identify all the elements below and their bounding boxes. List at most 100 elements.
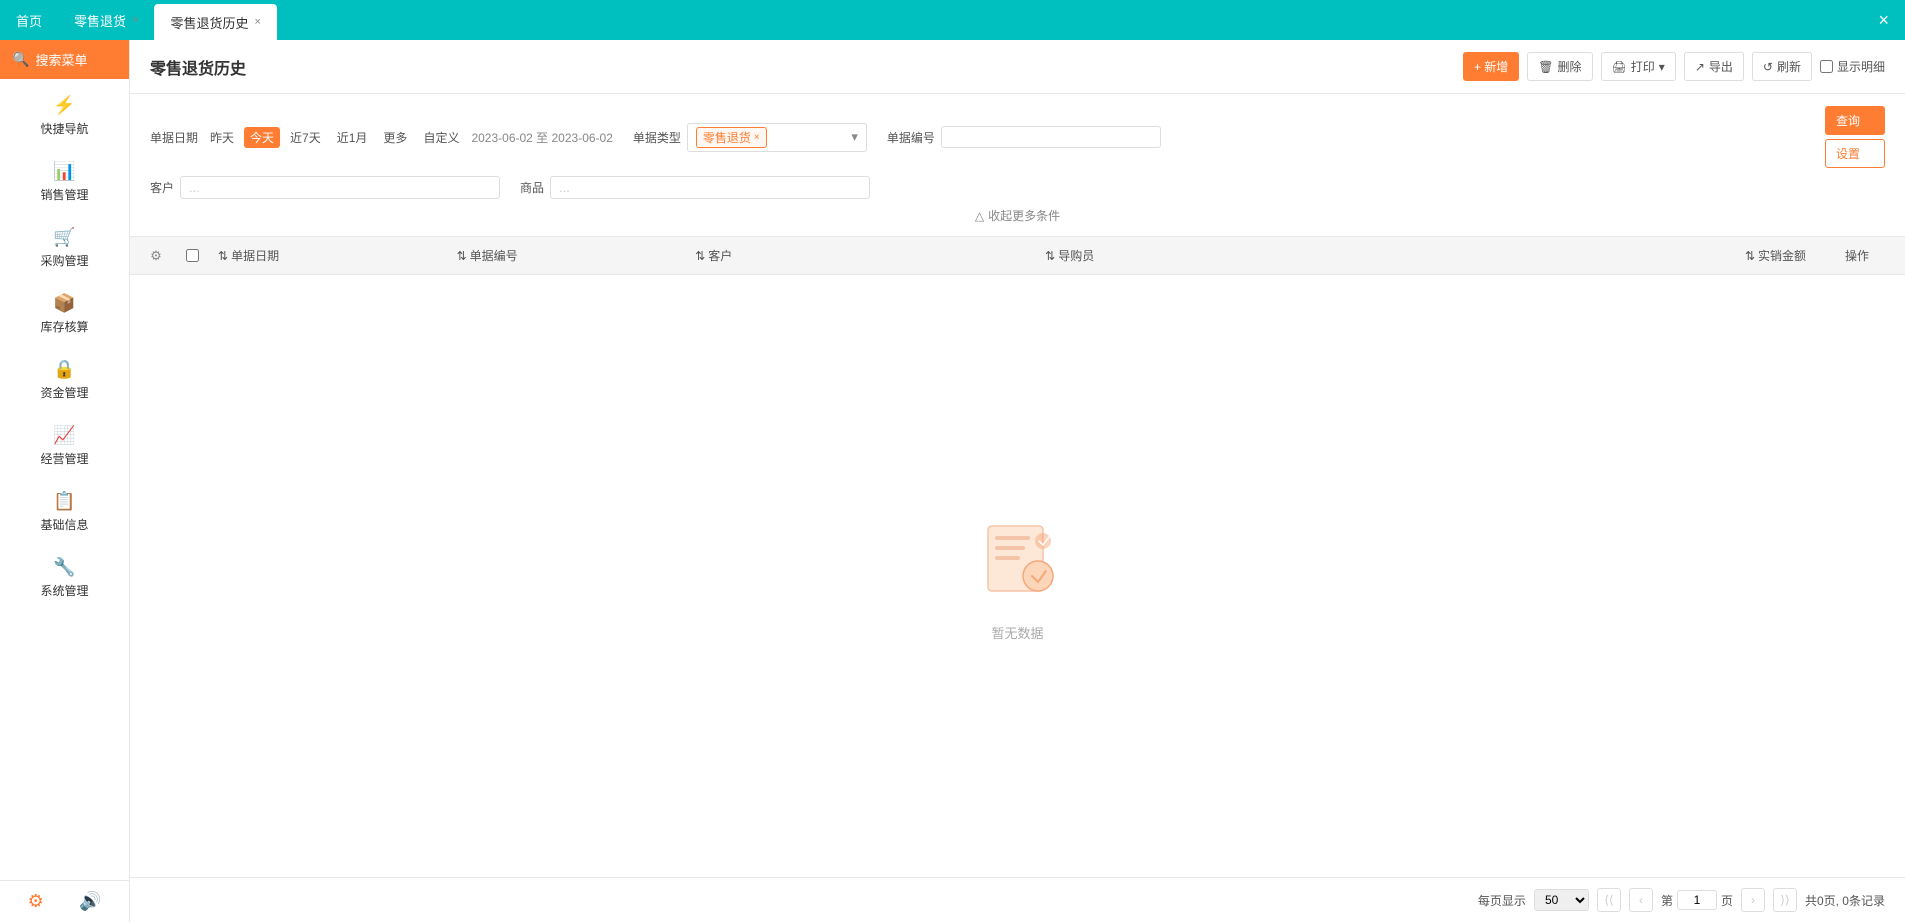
display-detail-input[interactable]: [1820, 60, 1833, 73]
th-date[interactable]: ⇅ 单据日期: [210, 247, 449, 264]
display-detail-checkbox[interactable]: 显示明细: [1820, 58, 1885, 75]
doc-type-chevron: ▾: [851, 129, 858, 145]
pagination-page-input[interactable]: [1677, 890, 1717, 910]
sidebar-item-purchase-mgmt-label: 采购管理: [40, 252, 88, 269]
sidebar-item-quick-nav-label: 快捷导航: [40, 120, 88, 137]
table-settings-icon[interactable]: ⚙: [150, 248, 162, 264]
sidebar: 🔍 搜索菜单 ⚡ 快捷导航 📊 销售管理 🛒 采购管理 📦 库存核算 🔒: [0, 40, 130, 922]
purchase-mgmt-icon: 🛒: [53, 227, 75, 248]
sidebar-item-quick-nav[interactable]: ⚡ 快捷导航: [0, 83, 129, 149]
th-customer[interactable]: ⇅ 客户: [687, 247, 1037, 264]
audio-footer-icon[interactable]: 🔊: [79, 891, 101, 912]
doc-num-label: 单据编号: [887, 129, 935, 146]
new-button[interactable]: + 新增: [1463, 52, 1519, 81]
sidebar-item-finance-label: 资金管理: [40, 384, 88, 401]
tab-retail-return-close[interactable]: ×: [132, 14, 138, 26]
tab-retail-return-history-label: 零售退货历史: [170, 13, 248, 32]
per-page-select[interactable]: 10 20 50 100: [1534, 889, 1589, 911]
date-btn-today[interactable]: 今天: [244, 127, 280, 148]
collapse-filter-btn[interactable]: △ 收起更多条件: [150, 207, 1885, 224]
table-select-all[interactable]: [186, 249, 199, 262]
query-button[interactable]: 查询: [1825, 106, 1885, 135]
date-btn-1month[interactable]: 近1月: [331, 127, 374, 148]
doc-type-filter: 单据类型 零售退货 × ▾: [633, 123, 867, 152]
export-button[interactable]: ↗ 导出: [1684, 52, 1744, 81]
tab-retail-return-history[interactable]: 零售退货历史 ×: [154, 4, 276, 40]
pagination-first[interactable]: ⟨⟨: [1597, 888, 1621, 912]
date-range-display: 2023-06-02 至 2023-06-02: [471, 129, 612, 146]
sidebar-item-operations[interactable]: 📈 经营管理: [0, 413, 129, 479]
table-settings-col: ⚙: [138, 248, 174, 264]
delete-icon: 🗑: [1538, 60, 1553, 74]
content-area: 零售退货历史 + 新增 🗑 删除 🖨 打印 ▾ ↗ 导出 ↺: [130, 40, 1905, 922]
goods-input-area[interactable]: ...: [550, 176, 870, 199]
collapse-icon: △: [975, 209, 984, 223]
date-btn-custom[interactable]: 自定义: [417, 127, 465, 148]
sidebar-footer: ⚙ 🔊: [0, 880, 129, 922]
empty-text: 暂无数据: [991, 623, 1043, 642]
setting-button[interactable]: 设置: [1825, 139, 1885, 168]
doc-type-select[interactable]: 零售退货 × ▾: [687, 123, 867, 152]
sidebar-item-inventory[interactable]: 📦 库存核算: [0, 281, 129, 347]
refresh-button[interactable]: ↺ 刷新: [1752, 52, 1812, 81]
sidebar-item-basic-info[interactable]: 📋 基础信息: [0, 479, 129, 545]
tab-bar: 首页 零售退货 × 零售退货历史 ×: [0, 0, 1862, 40]
page-header: 零售退货历史 + 新增 🗑 删除 🖨 打印 ▾ ↗ 导出 ↺: [130, 40, 1905, 94]
doc-type-tag-close[interactable]: ×: [754, 132, 760, 143]
sidebar-nav: ⚡ 快捷导航 📊 销售管理 🛒 采购管理 📦 库存核算 🔒 资金管理 📈: [0, 79, 129, 880]
sidebar-item-sys-mgmt[interactable]: 🔧 系统管理: [0, 545, 129, 611]
sidebar-item-basic-info-label: 基础信息: [40, 516, 88, 533]
doc-num-input[interactable]: [941, 126, 1161, 148]
sort-icon-num: ⇅: [457, 249, 467, 263]
sidebar-item-purchase-mgmt[interactable]: 🛒 采购管理: [0, 215, 129, 281]
sys-mgmt-icon: 🔧: [53, 557, 75, 578]
th-amount[interactable]: ⇅ 实销金额: [1737, 247, 1837, 264]
refresh-icon: ↺: [1763, 60, 1773, 74]
search-icon: 🔍: [12, 51, 29, 68]
pagination-prev[interactable]: ‹: [1629, 888, 1653, 912]
sidebar-item-inventory-label: 库存核算: [40, 318, 88, 335]
pagination-page: 第 页: [1661, 890, 1733, 910]
print-button[interactable]: 🖨 打印 ▾: [1601, 52, 1676, 81]
pagination-info: 共0页, 0条记录: [1805, 892, 1885, 909]
date-btn-7days[interactable]: 近7天: [284, 127, 327, 148]
filter-area: 单据日期 昨天 今天 近7天 近1月 更多 自定义 2023-06-02 至 2…: [130, 94, 1905, 237]
th-guide[interactable]: ⇅ 导购员: [1037, 247, 1276, 264]
sort-icon-date: ⇅: [218, 249, 228, 263]
pagination-next[interactable]: ›: [1741, 888, 1765, 912]
settings-footer-icon[interactable]: ⚙: [28, 891, 44, 912]
tab-home-label: 首页: [16, 11, 42, 30]
tab-home[interactable]: 首页: [0, 0, 58, 40]
th-num[interactable]: ⇅ 单据编号: [449, 247, 688, 264]
date-btn-yesterday[interactable]: 昨天: [204, 127, 240, 148]
doc-type-tag-text: 零售退货: [703, 129, 751, 146]
customer-filter: 客户 ...: [150, 176, 500, 199]
customer-label: 客户: [150, 179, 174, 196]
sidebar-item-finance[interactable]: 🔒 资金管理: [0, 347, 129, 413]
th-action: 操作: [1837, 247, 1897, 264]
sort-icon-guide: ⇅: [1045, 249, 1055, 263]
tab-retail-return[interactable]: 零售退货 ×: [58, 0, 154, 40]
tab-retail-return-label: 零售退货: [74, 11, 126, 30]
operations-icon: 📈: [53, 425, 75, 446]
window-close-button[interactable]: ×: [1862, 10, 1905, 31]
table-checkbox-col[interactable]: [174, 249, 210, 262]
delete-button[interactable]: 🗑 删除: [1527, 52, 1592, 81]
goods-filter: 商品 ...: [520, 176, 870, 199]
tab-retail-return-history-close[interactable]: ×: [254, 16, 260, 28]
sidebar-search[interactable]: 🔍 搜索菜单: [0, 40, 129, 79]
date-filter-label: 单据日期: [150, 129, 198, 146]
per-page-label: 每页显示: [1478, 892, 1526, 909]
pagination-last[interactable]: ⟩⟩: [1773, 888, 1797, 912]
empty-illustration: [968, 511, 1068, 611]
date-filter: 单据日期 昨天 今天 近7天 近1月 更多 自定义 2023-06-02 至 2…: [150, 127, 613, 148]
collapse-label: 收起更多条件: [988, 207, 1060, 224]
top-bar: 首页 零售退货 × 零售退货历史 × ×: [0, 0, 1905, 40]
sidebar-item-sales-mgmt[interactable]: 📊 销售管理: [0, 149, 129, 215]
pagination: 每页显示 10 20 50 100 ⟨⟨ ‹ 第 页 › ⟩⟩ 共0页, 0条记…: [130, 877, 1905, 922]
goods-label: 商品: [520, 179, 544, 196]
date-btn-more[interactable]: 更多: [377, 127, 413, 148]
customer-input-area[interactable]: ...: [180, 176, 500, 199]
main-layout: 🔍 搜索菜单 ⚡ 快捷导航 📊 销售管理 🛒 采购管理 📦 库存核算 🔒: [0, 40, 1905, 922]
header-actions: + 新增 🗑 删除 🖨 打印 ▾ ↗ 导出 ↺ 刷新: [1463, 52, 1885, 81]
